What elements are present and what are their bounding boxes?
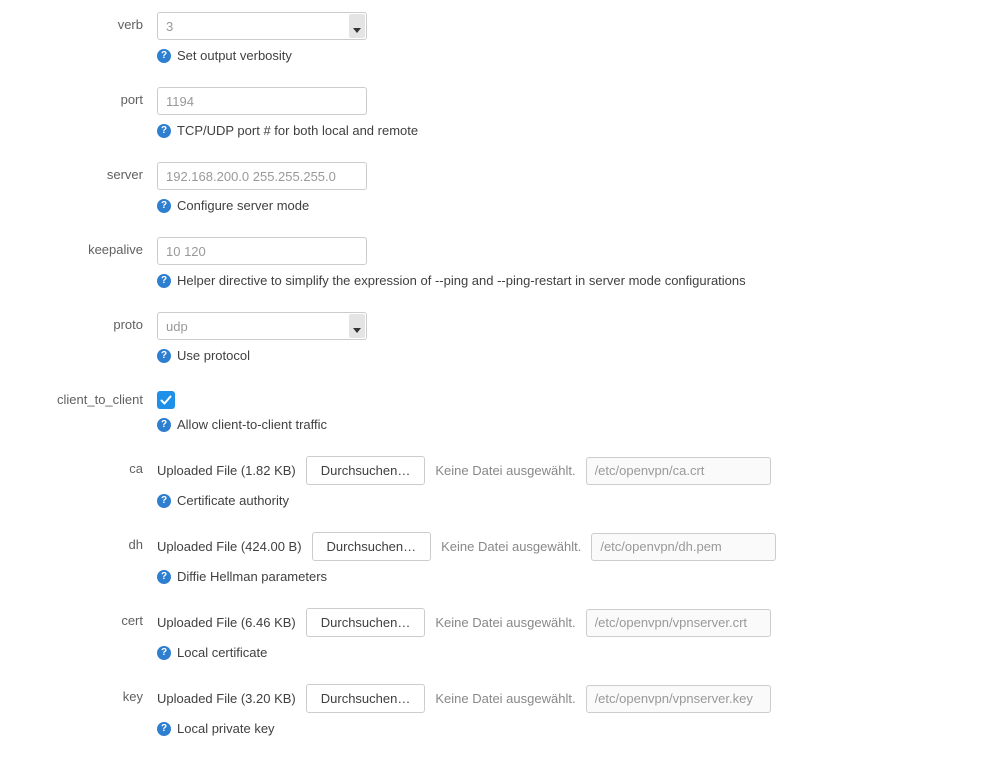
row-cert: cert Uploaded File (6.46 KB) Durchsuchen… (0, 608, 1006, 660)
cert-browse-button[interactable]: Durchsuchen… (306, 608, 426, 637)
row-proto: proto ? Use protocol (0, 312, 1006, 363)
help-icon[interactable]: ? (157, 722, 171, 736)
label-port: port (0, 87, 157, 107)
row-port: port ? TCP/UDP port # for both local and… (0, 87, 1006, 138)
help-verb: Set output verbosity (177, 48, 292, 63)
help-icon[interactable]: ? (157, 49, 171, 63)
help-key: Local private key (177, 721, 275, 736)
client-to-client-checkbox[interactable] (157, 391, 175, 409)
key-path-input[interactable] (586, 685, 771, 713)
dh-uploaded-label: Uploaded File (424.00 B) (157, 539, 302, 554)
dh-browse-button[interactable]: Durchsuchen… (312, 532, 432, 561)
help-proto: Use protocol (177, 348, 250, 363)
help-icon[interactable]: ? (157, 199, 171, 213)
help-keepalive: Helper directive to simplify the express… (177, 273, 746, 288)
help-port: TCP/UDP port # for both local and remote (177, 123, 418, 138)
dh-no-file: Keine Datei ausgewählt. (441, 539, 581, 554)
help-client-to-client: Allow client-to-client traffic (177, 417, 327, 432)
cert-uploaded-label: Uploaded File (6.46 KB) (157, 615, 296, 630)
row-verb: verb ? Set output verbosity (0, 12, 1006, 63)
server-input[interactable] (157, 162, 367, 190)
label-client-to-client: client_to_client (0, 387, 157, 407)
label-dh: dh (0, 532, 157, 552)
help-icon[interactable]: ? (157, 646, 171, 660)
help-icon[interactable]: ? (157, 494, 171, 508)
verb-input[interactable] (157, 12, 367, 40)
label-cert: cert (0, 608, 157, 628)
help-ca: Certificate authority (177, 493, 289, 508)
dh-path-input[interactable] (591, 533, 776, 561)
proto-select[interactable] (157, 312, 367, 340)
label-verb: verb (0, 12, 157, 32)
cert-path-input[interactable] (586, 609, 771, 637)
check-icon (160, 394, 172, 406)
help-cert: Local certificate (177, 645, 267, 660)
label-ca: ca (0, 456, 157, 476)
label-server: server (0, 162, 157, 182)
help-server: Configure server mode (177, 198, 309, 213)
row-key: key Uploaded File (3.20 KB) Durchsuchen…… (0, 684, 1006, 736)
label-key: key (0, 684, 157, 704)
label-keepalive: keepalive (0, 237, 157, 257)
row-client-to-client: client_to_client ? Allow client-to-clien… (0, 387, 1006, 432)
ca-browse-button[interactable]: Durchsuchen… (306, 456, 426, 485)
key-no-file: Keine Datei ausgewählt. (435, 691, 575, 706)
key-browse-button[interactable]: Durchsuchen… (306, 684, 426, 713)
label-proto: proto (0, 312, 157, 332)
help-icon[interactable]: ? (157, 274, 171, 288)
cert-no-file: Keine Datei ausgewählt. (435, 615, 575, 630)
help-dh: Diffie Hellman parameters (177, 569, 327, 584)
ca-path-input[interactable] (586, 457, 771, 485)
ca-uploaded-label: Uploaded File (1.82 KB) (157, 463, 296, 478)
row-dh: dh Uploaded File (424.00 B) Durchsuchen…… (0, 532, 1006, 584)
row-ca: ca Uploaded File (1.82 KB) Durchsuchen… … (0, 456, 1006, 508)
key-uploaded-label: Uploaded File (3.20 KB) (157, 691, 296, 706)
keepalive-input[interactable] (157, 237, 367, 265)
row-keepalive: keepalive ? Helper directive to simplify… (0, 237, 1006, 288)
verb-select[interactable] (157, 12, 367, 40)
port-input[interactable] (157, 87, 367, 115)
chevron-down-icon (349, 14, 365, 38)
help-icon[interactable]: ? (157, 349, 171, 363)
proto-input[interactable] (157, 312, 367, 340)
ca-no-file: Keine Datei ausgewählt. (435, 463, 575, 478)
help-icon[interactable]: ? (157, 570, 171, 584)
help-icon[interactable]: ? (157, 124, 171, 138)
row-server: server ? Configure server mode (0, 162, 1006, 213)
help-icon[interactable]: ? (157, 418, 171, 432)
chevron-down-icon (349, 314, 365, 338)
